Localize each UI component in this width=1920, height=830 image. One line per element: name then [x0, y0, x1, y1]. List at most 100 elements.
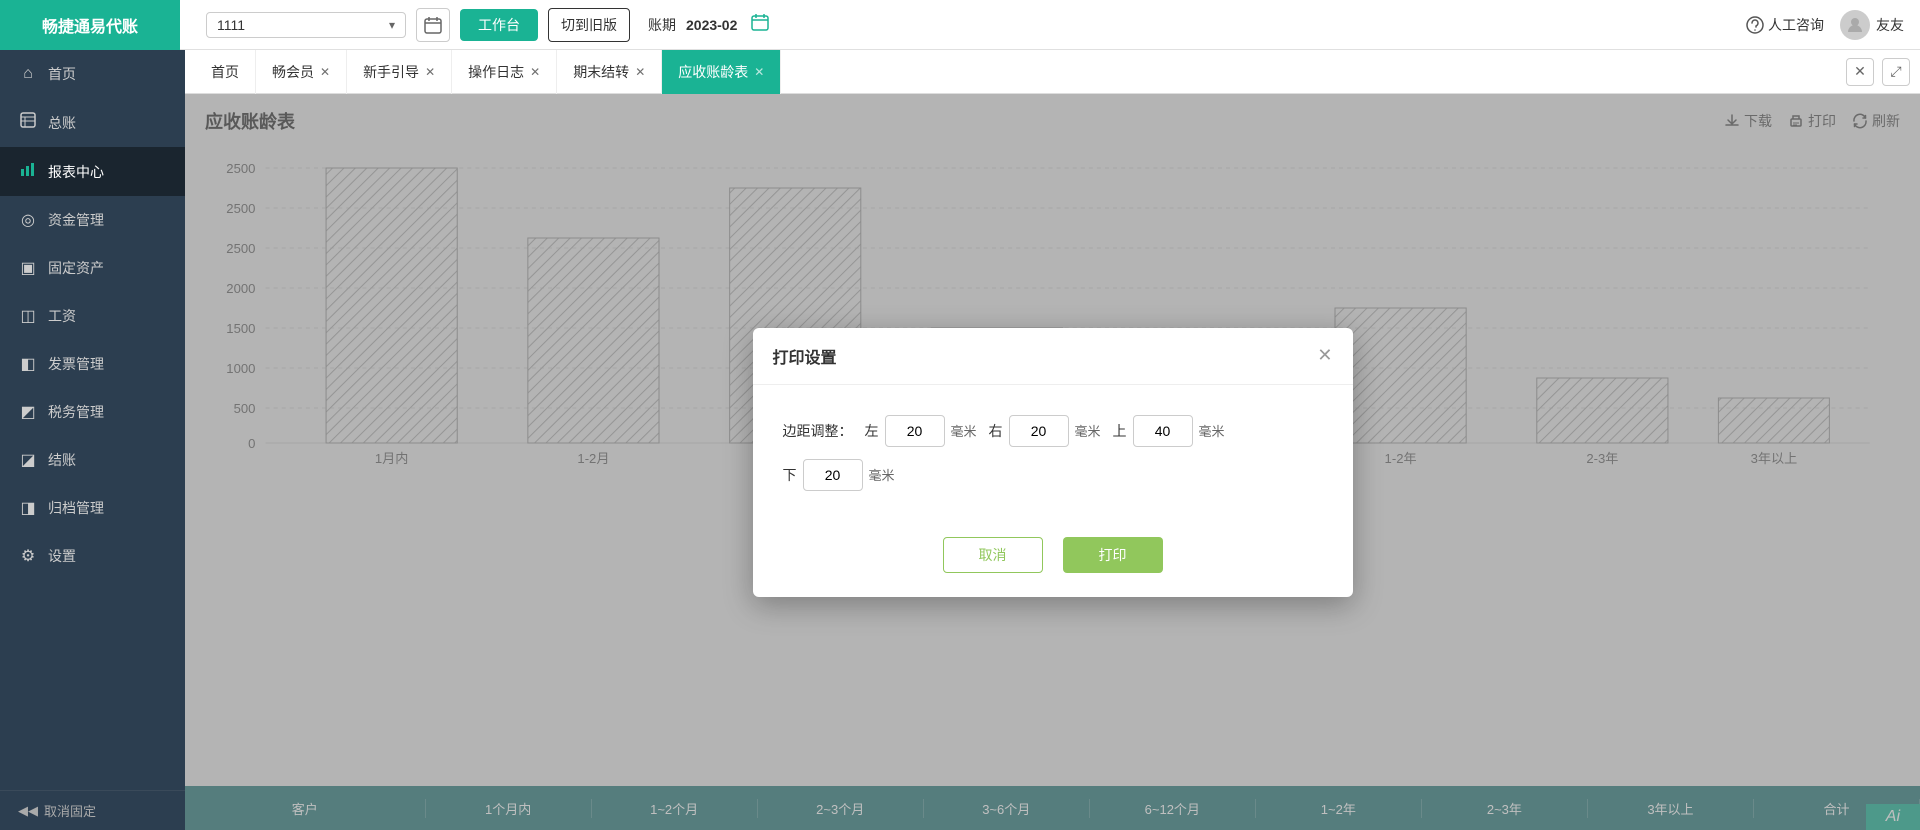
archive-icon: ◨: [18, 498, 38, 518]
margin-input-right[interactable]: [1009, 415, 1069, 447]
margin-row: 边距调整： 左 毫米 右 毫米: [783, 415, 1323, 491]
tab-close-all-btn[interactable]: ✕: [1846, 58, 1874, 86]
invoice-icon: ◧: [18, 354, 38, 374]
print-settings-dialog: 打印设置 ✕ 边距调整： 左 毫米 右: [753, 328, 1353, 597]
sidebar-item-label: 设置: [48, 546, 76, 566]
tab-member[interactable]: 畅会员 ✕: [256, 50, 347, 94]
sidebar-item-tax[interactable]: ◩ 税务管理: [0, 388, 185, 436]
sidebar-item-label: 税务管理: [48, 402, 104, 422]
sidebar-item-label: 固定资产: [48, 258, 104, 278]
tab-label: 首页: [211, 62, 239, 82]
sidebar-item-home[interactable]: ⌂ 首页: [0, 50, 185, 98]
tab-expand-btn[interactable]: ⤢: [1882, 58, 1910, 86]
sidebar-item-label: 归档管理: [48, 498, 104, 518]
dialog-body: 边距调整： 左 毫米 右 毫米: [753, 385, 1353, 521]
sidebar-item-checkout[interactable]: ◪ 结账: [0, 436, 185, 484]
unit-top: 毫米: [1199, 421, 1225, 440]
dialog-backdrop: 打印设置 ✕ 边距调整： 左 毫米 右: [185, 94, 1920, 830]
tab-close-yearend[interactable]: ✕: [635, 65, 645, 79]
tabs-bar: 首页 畅会员 ✕ 新手引导 ✕ 操作日志 ✕ 期末结转 ✕ 应收账龄表 ✕: [185, 50, 1920, 94]
dialog-title: 打印设置: [773, 344, 837, 368]
sidebar-item-report[interactable]: 报表中心: [0, 147, 185, 196]
logo-area: 畅捷通易代账: [0, 0, 180, 50]
print-confirm-button[interactable]: 打印: [1063, 537, 1163, 573]
sidebar: ⌂ 首页 总账 报表中心 ◎ 资金管理 ▣ 固定资产: [0, 50, 185, 830]
sidebar-item-ledger[interactable]: 总账: [0, 98, 185, 147]
calendar-icon-btn[interactable]: [416, 8, 450, 42]
assets-icon: ▣: [18, 258, 38, 278]
consultant-label: 人工咨询: [1768, 15, 1824, 35]
sidebar-item-label: 总账: [48, 113, 76, 133]
tab-home[interactable]: 首页: [195, 50, 256, 94]
tab-guide[interactable]: 新手引导 ✕: [347, 50, 452, 94]
tab-oplog[interactable]: 操作日志 ✕: [452, 50, 557, 94]
tab-aging[interactable]: 应收账龄表 ✕: [662, 50, 781, 94]
username: 友友: [1876, 15, 1904, 35]
sidebar-item-label: 发票管理: [48, 354, 104, 374]
tab-label: 畅会员: [272, 62, 314, 82]
chevron-down-icon: ▾: [389, 18, 395, 32]
tab-yearend[interactable]: 期末结转 ✕: [557, 50, 662, 94]
tax-icon: ◩: [18, 402, 38, 422]
direction-left: 左: [865, 421, 879, 441]
logo-text: 畅捷通易代账: [42, 13, 138, 37]
tab-label: 操作日志: [468, 62, 524, 82]
margin-group-bottom: 下 毫米: [783, 459, 895, 491]
unit-left: 毫米: [951, 421, 977, 440]
sidebar-collapse[interactable]: ◀◀ 取消固定: [0, 790, 185, 830]
unit-right: 毫米: [1075, 421, 1101, 440]
sidebar-item-invoice[interactable]: ◧ 发票管理: [0, 340, 185, 388]
sidebar-item-archive[interactable]: ◨ 归档管理: [0, 484, 185, 532]
margin-group-left: 左 毫米: [865, 415, 977, 447]
margin-input-left[interactable]: [885, 415, 945, 447]
collapse-label: 取消固定: [44, 801, 96, 820]
company-name: 1111: [217, 17, 381, 33]
company-selector[interactable]: 1111 ▾: [206, 12, 406, 38]
margin-input-bottom[interactable]: [803, 459, 863, 491]
direction-top: 上: [1113, 421, 1127, 441]
period-calendar-icon[interactable]: [751, 13, 769, 36]
tab-close-member[interactable]: ✕: [320, 65, 330, 79]
report-icon: [18, 161, 38, 182]
direction-right: 右: [989, 421, 1003, 441]
cancel-button[interactable]: 取消: [943, 537, 1043, 573]
period-value: 2023-02: [686, 17, 737, 33]
dialog-close-button[interactable]: ✕: [1317, 345, 1332, 366]
sidebar-item-assets[interactable]: ▣ 固定资产: [0, 244, 185, 292]
sidebar-item-label: 结账: [48, 450, 76, 470]
content-area: 首页 畅会员 ✕ 新手引导 ✕ 操作日志 ✕ 期末结转 ✕ 应收账龄表 ✕: [185, 50, 1920, 830]
checkout-icon: ◪: [18, 450, 38, 470]
direction-bottom: 下: [783, 465, 797, 485]
header-right: 人工咨询 友友: [1746, 10, 1904, 40]
workbench-button[interactable]: 工作台: [460, 9, 538, 41]
salary-icon: ◫: [18, 306, 38, 326]
finance-icon: ◎: [18, 210, 38, 230]
tab-close-oplog[interactable]: ✕: [530, 65, 540, 79]
main-layout: ⌂ 首页 总账 报表中心 ◎ 资金管理 ▣ 固定资产: [0, 50, 1920, 830]
top-header: 畅捷通易代账 1111 ▾ 工作台 切到旧版 账期 2023-02 人工咨询 友…: [0, 0, 1920, 50]
page-content: 应收账龄表 下载 打印 刷新: [185, 94, 1920, 830]
tab-label: 新手引导: [363, 62, 419, 82]
period-label: 账期: [648, 15, 676, 35]
margin-group-right: 右 毫米: [989, 415, 1101, 447]
sidebar-item-settings[interactable]: ⚙ 设置: [0, 532, 185, 580]
settings-icon: ⚙: [18, 546, 38, 566]
tab-close-aging[interactable]: ✕: [754, 65, 764, 79]
dialog-header: 打印设置 ✕: [753, 328, 1353, 385]
margin-input-top[interactable]: [1133, 415, 1193, 447]
dialog-footer: 取消 打印: [753, 521, 1353, 597]
sidebar-item-label: 首页: [48, 64, 76, 84]
sidebar-item-finance[interactable]: ◎ 资金管理: [0, 196, 185, 244]
sidebar-item-label: 工资: [48, 306, 76, 326]
avatar: [1840, 10, 1870, 40]
unit-bottom: 毫米: [869, 465, 895, 484]
home-icon: ⌂: [18, 65, 38, 83]
consultant-button[interactable]: 人工咨询: [1746, 15, 1824, 35]
tab-label: 期末结转: [573, 62, 629, 82]
switch-old-button[interactable]: 切到旧版: [548, 8, 630, 42]
sidebar-item-label: 资金管理: [48, 210, 104, 230]
ledger-icon: [18, 112, 38, 133]
user-area[interactable]: 友友: [1840, 10, 1904, 40]
tab-close-guide[interactable]: ✕: [425, 65, 435, 79]
sidebar-item-salary[interactable]: ◫ 工资: [0, 292, 185, 340]
